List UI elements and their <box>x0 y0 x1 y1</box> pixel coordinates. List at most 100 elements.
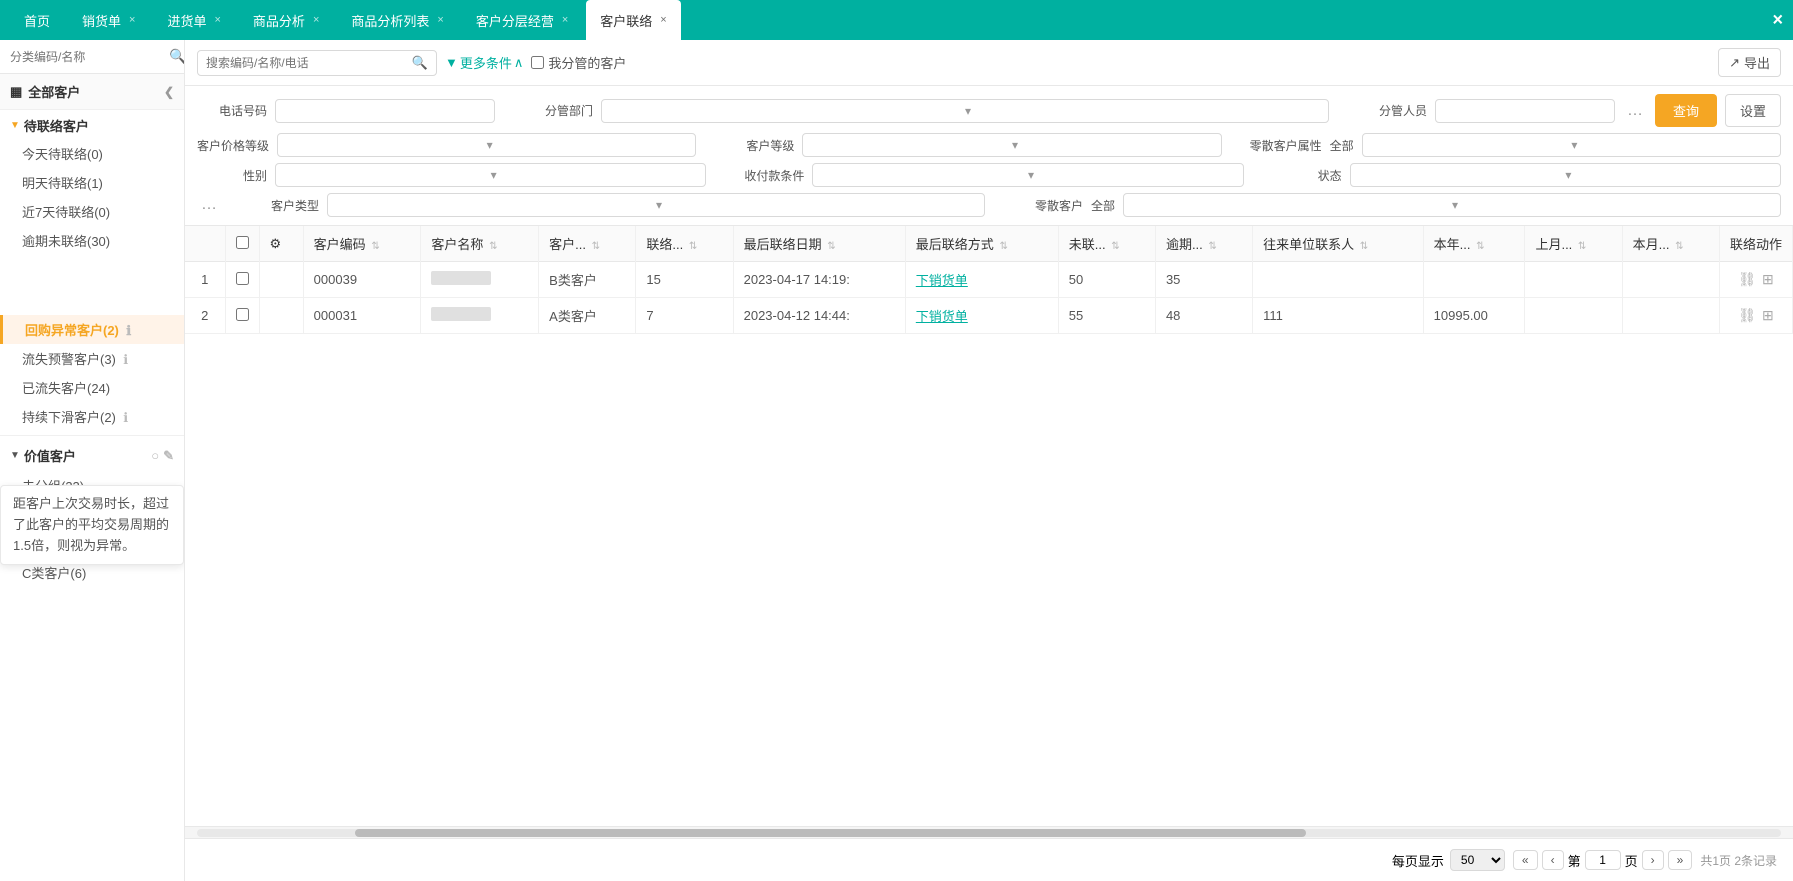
sidebar-item-lost-pre[interactable]: 流失预警客户(3) ℹ <box>0 344 184 373</box>
manager-dots[interactable]: … <box>1623 102 1647 120</box>
sidebar-search-icon[interactable]: 🔍 <box>169 48 185 65</box>
edit-icon[interactable]: ✎ <box>163 448 174 464</box>
tab-product-analysis-list-close[interactable]: × <box>437 14 443 26</box>
col-overdue-sort[interactable]: ⇅ <box>1208 241 1216 252</box>
col-header-level[interactable]: 客户... ⇅ <box>539 226 636 262</box>
my-customer-checkbox[interactable] <box>531 56 544 69</box>
search-input[interactable] <box>206 56 408 70</box>
row2-link-icon[interactable]: ⛓ <box>1738 307 1756 324</box>
circle-icon[interactable]: ○ <box>151 448 159 464</box>
row1-last-method-link[interactable]: 下销货单 <box>916 273 968 288</box>
settings-icon[interactable]: ⚙ <box>270 236 282 251</box>
customer-type-select[interactable]: ▾ <box>327 193 985 217</box>
manager-input-field[interactable] <box>1435 99 1615 123</box>
tab-sales[interactable]: 销货单 × <box>68 0 149 40</box>
col-header-last-month[interactable]: 上月... ⇅ <box>1525 226 1622 262</box>
setting-button[interactable]: 设置 <box>1725 94 1781 127</box>
sidebar-search-bar[interactable]: 🔍 <box>0 40 184 74</box>
col-name-sort[interactable]: ⇅ <box>489 241 497 252</box>
status-select[interactable]: ▾ <box>1350 163 1781 187</box>
col-last-date-sort[interactable]: ⇅ <box>827 241 835 252</box>
col-this-year-sort[interactable]: ⇅ <box>1476 241 1484 252</box>
sidebar-item-overdue[interactable]: 逾期未联络(30) <box>0 226 184 255</box>
row1-last-method[interactable]: 下销货单 <box>905 262 1058 298</box>
col-header-code[interactable]: 客户编码 ⇅ <box>303 226 421 262</box>
next-page-button[interactable]: › <box>1642 850 1664 870</box>
value-customer-header[interactable]: ▼ 价值客户 ○ ✎ <box>0 440 184 471</box>
tab-product-analysis-close[interactable]: × <box>313 14 319 26</box>
col-code-sort[interactable]: ⇅ <box>371 241 379 252</box>
row1-grid-icon[interactable]: ⊞ <box>1762 271 1774 288</box>
col-unit-contact-sort[interactable]: ⇅ <box>1360 241 1368 252</box>
payment-select[interactable]: ▾ <box>812 163 1243 187</box>
tab-customer-tier[interactable]: 客户分层经营 × <box>462 0 582 40</box>
col-header-last-method[interactable]: 最后联络方式 ⇅ <box>905 226 1058 262</box>
row1-link-icon[interactable]: ⛓ <box>1738 271 1756 288</box>
select-all-checkbox[interactable] <box>236 236 249 249</box>
tab-purchase-close[interactable]: × <box>214 14 220 26</box>
gender-select[interactable]: ▾ <box>275 163 706 187</box>
row2-last-method-link[interactable]: 下销货单 <box>916 309 968 324</box>
col-header-this-month[interactable]: 本月... ⇅ <box>1622 226 1719 262</box>
horizontal-scroll-area[interactable] <box>185 826 1793 838</box>
col-header-this-year[interactable]: 本年... ⇅ <box>1423 226 1525 262</box>
sidebar-item-lost[interactable]: 已流失客户(24) <box>0 373 184 402</box>
tab-purchase[interactable]: 进货单 × <box>153 0 234 40</box>
first-page-button[interactable]: « <box>1513 850 1538 870</box>
col-last-method-sort[interactable]: ⇅ <box>999 241 1007 252</box>
col-header-name[interactable]: 客户名称 ⇅ <box>421 226 539 262</box>
prev-page-button[interactable]: ‹ <box>1542 850 1564 870</box>
h-scroll-thumb[interactable] <box>355 829 1305 837</box>
search-box[interactable]: 🔍 <box>197 50 437 76</box>
col-header-last-date[interactable]: 最后联络日期 ⇅ <box>733 226 905 262</box>
phone-input-field[interactable] <box>275 99 495 123</box>
col-unreached-sort[interactable]: ⇅ <box>1111 241 1119 252</box>
sidebar-item-tomorrow[interactable]: 明天待联络(1) <box>0 168 184 197</box>
row1-check[interactable] <box>225 262 259 298</box>
page-number-input[interactable] <box>1585 850 1621 870</box>
sidebar-item-7days[interactable]: 近7天待联络(0) <box>0 197 184 226</box>
row2-checkbox[interactable] <box>236 308 249 321</box>
window-close-button[interactable]: × <box>1772 10 1783 31</box>
manager-input[interactable] <box>1444 104 1606 118</box>
search-icon[interactable]: 🔍 <box>412 55 428 71</box>
sidebar-item-repurchase-abnormal[interactable]: 回购异常客户(2) ℹ <box>0 315 184 344</box>
per-page-select[interactable]: 20 50 100 200 <box>1450 849 1505 871</box>
dept-select[interactable]: ▾ <box>601 99 1329 123</box>
tab-product-analysis-list[interactable]: 商品分析列表 × <box>337 0 457 40</box>
retail-select[interactable]: ▾ <box>1123 193 1781 217</box>
tab-home[interactable]: 首页 <box>10 0 64 40</box>
h-scroll-track[interactable] <box>197 829 1781 837</box>
price-level-select[interactable]: ▾ <box>277 133 696 157</box>
tab-sales-close[interactable]: × <box>129 14 135 26</box>
col-header-settings[interactable]: ⚙ <box>259 226 303 262</box>
col-last-month-sort[interactable]: ⇅ <box>1578 241 1586 252</box>
tab-product-analysis[interactable]: 商品分析 × <box>239 0 333 40</box>
tab-customer-tier-close[interactable]: × <box>562 14 568 26</box>
sidebar-item-declining[interactable]: 持续下滑客户(2) ℹ <box>0 402 184 431</box>
sidebar-search-input[interactable] <box>10 50 165 64</box>
more-conditions-button[interactable]: ▼ 更多条件 ∧ <box>445 53 523 72</box>
last-page-button[interactable]: » <box>1668 850 1693 870</box>
more-filter-dots[interactable]: … <box>197 196 221 214</box>
col-header-overdue[interactable]: 逾期... ⇅ <box>1155 226 1252 262</box>
repurchase-info-icon[interactable]: ℹ <box>126 323 131 338</box>
tab-customer-contact[interactable]: 客户联络 × <box>586 0 680 40</box>
col-header-check[interactable] <box>225 226 259 262</box>
col-this-month-sort[interactable]: ⇅ <box>1675 241 1683 252</box>
lost-pre-info-icon[interactable]: ℹ <box>123 352 128 367</box>
col-header-contact[interactable]: 联络... ⇅ <box>636 226 733 262</box>
row2-check[interactable] <box>225 298 259 334</box>
col-header-unreached[interactable]: 未联... ⇅ <box>1058 226 1155 262</box>
my-customer-checkbox-wrapper[interactable]: 我分管的客户 <box>531 53 626 72</box>
row2-grid-icon[interactable]: ⊞ <box>1762 307 1774 324</box>
sidebar-collapse-icon[interactable]: ❮ <box>164 85 174 99</box>
all-customers-header[interactable]: ▦ 全部客户 ❮ <box>0 74 184 110</box>
col-contact-sort[interactable]: ⇅ <box>689 241 697 252</box>
query-button[interactable]: 查询 <box>1655 94 1717 127</box>
row1-checkbox[interactable] <box>236 272 249 285</box>
export-button[interactable]: ↗ 导出 <box>1718 48 1781 77</box>
tab-customer-contact-close[interactable]: × <box>660 14 666 26</box>
pending-contact-group[interactable]: ▼ 待联络客户 <box>0 110 184 139</box>
retail-attr-select[interactable]: ▾ <box>1362 133 1781 157</box>
